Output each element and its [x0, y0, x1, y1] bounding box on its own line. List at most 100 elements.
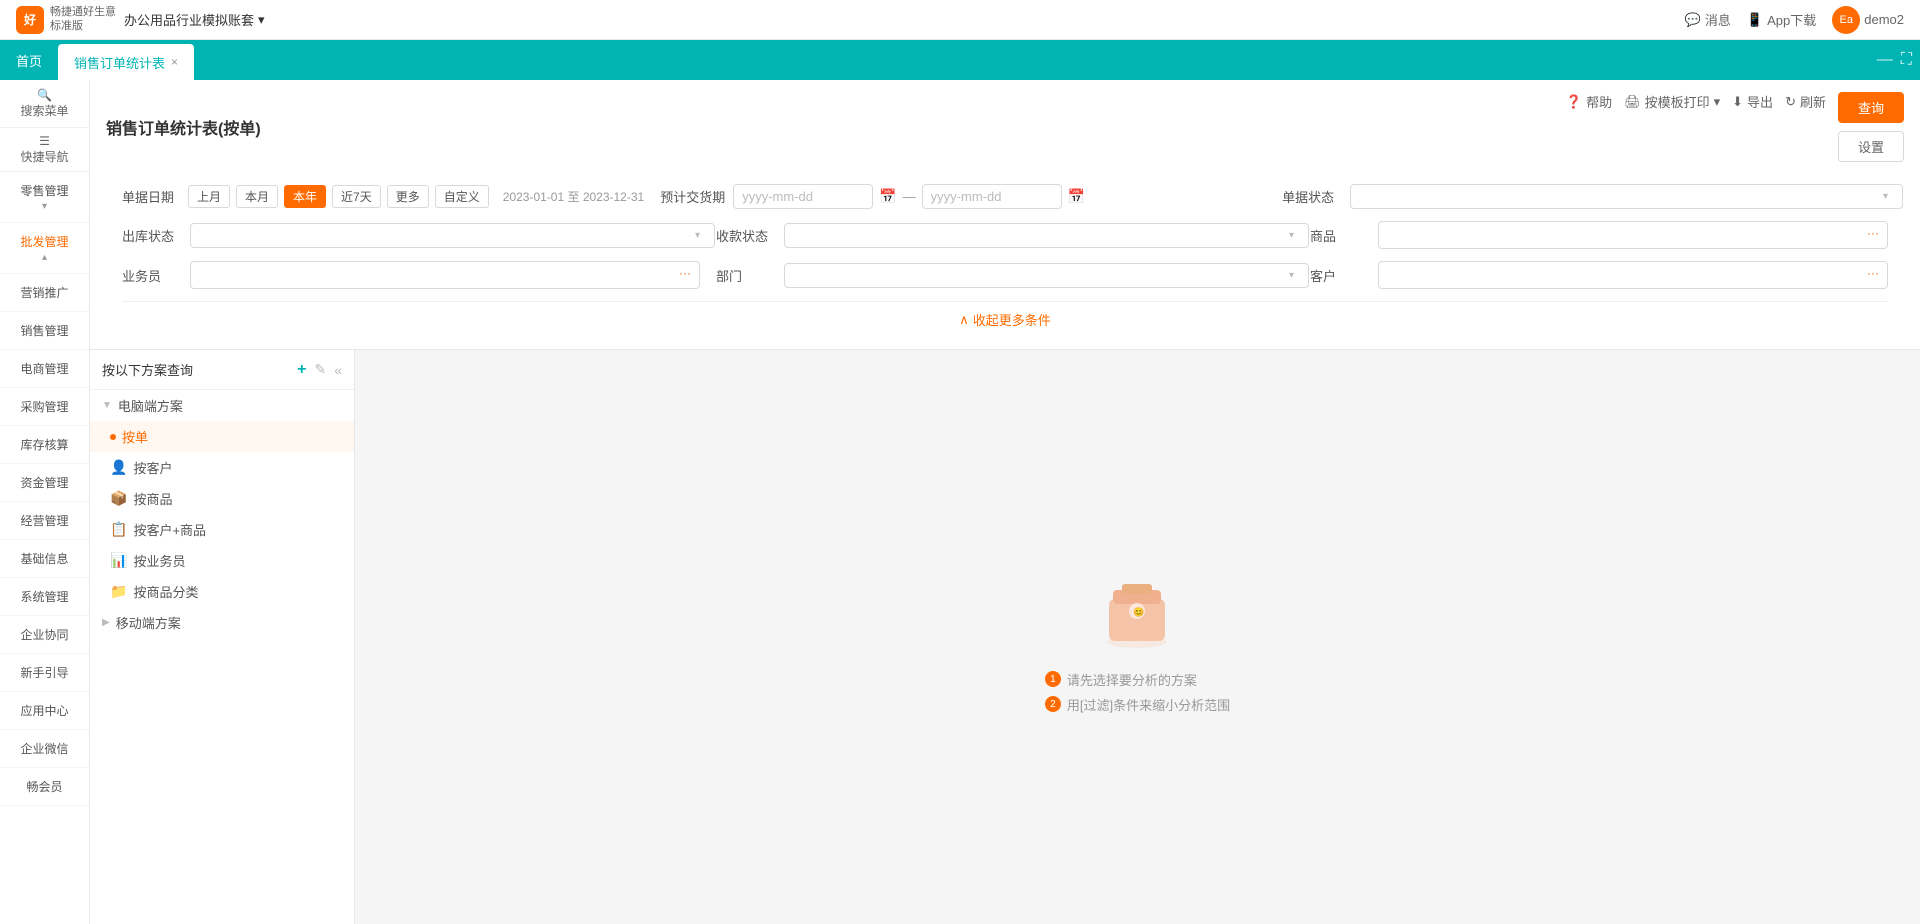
- sidebar-item-sales[interactable]: 销售管理: [0, 312, 89, 350]
- expected-date-to[interactable]: [922, 184, 1062, 209]
- filter-row-1: 单据日期 上月 本月 本年 近7天 更多 自定义 2023-01-01 至 20…: [122, 184, 1888, 209]
- date-filter-field: 单据日期 上月 本月 本年 近7天 更多 自定义 2023-01-01 至 20…: [122, 185, 644, 208]
- scheme-by-goods[interactable]: 📦 按商品: [90, 483, 354, 514]
- collect-status-select-wrap: ▾: [784, 223, 1294, 248]
- content-area: 销售订单统计表(按单) ❓ 帮助 🖨 按模板打印 ▾ ⬇: [90, 80, 1920, 924]
- print-button[interactable]: 🖨 按模板打印 ▾: [1624, 92, 1720, 111]
- page-title-row: 销售订单统计表(按单) ❓ 帮助 🖨 按模板打印 ▾ ⬇: [106, 92, 1904, 162]
- customer-input-area[interactable]: ···: [1378, 261, 1888, 289]
- chart-icon: 📊: [110, 552, 127, 569]
- sidebar-item-wholesale[interactable]: 批发管理 ▴: [0, 223, 89, 274]
- sidebar-quick-nav[interactable]: ☰ 快捷导航: [0, 128, 89, 172]
- maximize-icon[interactable]: ⛶: [1901, 51, 1912, 69]
- sidebar-item-guide[interactable]: 新手引导: [0, 654, 89, 692]
- calendar-from-icon[interactable]: 📅: [879, 188, 896, 205]
- sidebar-item-system[interactable]: 系统管理: [0, 578, 89, 616]
- empty-hint-1: 1 请先选择要分析的方案: [1045, 670, 1230, 689]
- query-button[interactable]: 查询: [1838, 92, 1904, 123]
- sidebar-item-operations[interactable]: 经营管理: [0, 502, 89, 540]
- edit-scheme-button[interactable]: ✎: [314, 361, 326, 378]
- sidebar-search[interactable]: 🔍 搜索菜单: [0, 80, 89, 128]
- tab-close-button[interactable]: ×: [171, 55, 178, 69]
- filter-row-3: 业务员 ··· 部门 ▾: [122, 261, 1888, 289]
- dept-field: 部门 ▾: [716, 263, 1294, 288]
- collapse-bar[interactable]: ∧ 收起更多条件: [122, 301, 1888, 337]
- goods-label: 商品: [1310, 226, 1370, 245]
- active-tab[interactable]: 销售订单统计表 ×: [58, 44, 194, 80]
- left-panel-title: 按以下方案查询: [102, 360, 193, 379]
- tab-bar-actions: — ⛶: [1877, 51, 1920, 69]
- status-select[interactable]: [1350, 184, 1903, 209]
- goods-input-area[interactable]: ···: [1378, 221, 1888, 249]
- settings-button[interactable]: 设置: [1838, 131, 1904, 162]
- mobile-group: ▶ 移动端方案: [90, 607, 354, 638]
- scheme-by-salesperson[interactable]: 📊 按业务员: [90, 545, 354, 576]
- sidebar-item-retail[interactable]: 零售管理 ▾: [0, 172, 89, 223]
- home-tab[interactable]: 首页: [0, 40, 58, 80]
- message-icon: 💬: [1685, 12, 1701, 28]
- salesperson-more-icon[interactable]: ···: [679, 266, 691, 284]
- last-month-btn[interactable]: 上月: [188, 185, 230, 208]
- sidebar-item-basic-info[interactable]: 基础信息: [0, 540, 89, 578]
- mobile-arrow-icon: ▶: [102, 617, 110, 628]
- sidebar-item-purchase[interactable]: 采购管理: [0, 388, 89, 426]
- scheme-by-category[interactable]: 📁 按商品分类: [90, 576, 354, 607]
- calendar-to-icon[interactable]: 📅: [1068, 188, 1085, 205]
- export-icon: ⬇: [1732, 94, 1743, 110]
- scheme-by-customer[interactable]: 👤 按客户: [90, 452, 354, 483]
- app-selector[interactable]: 办公用品行业模拟账套 ▾: [124, 10, 265, 29]
- refresh-button[interactable]: ↻ 刷新: [1785, 92, 1826, 111]
- page-header: 销售订单统计表(按单) ❓ 帮助 🖨 按模板打印 ▾ ⬇: [90, 80, 1920, 350]
- refresh-icon: ↻: [1785, 94, 1796, 110]
- help-icon: ❓: [1566, 94, 1582, 110]
- sidebar-item-enterprise[interactable]: 企业协同: [0, 616, 89, 654]
- sidebar-item-marketing[interactable]: 营销推广: [0, 274, 89, 312]
- expected-date-from[interactable]: [733, 184, 873, 209]
- logo-text: 畅捷通好生意 标准版: [50, 6, 116, 32]
- this-year-btn[interactable]: 本年: [284, 185, 326, 208]
- ship-status-select[interactable]: [190, 223, 715, 248]
- dept-label: 部门: [716, 266, 776, 285]
- customer-more-icon[interactable]: ···: [1867, 266, 1879, 284]
- sidebar-item-finance[interactable]: 资金管理: [0, 464, 89, 502]
- scheme-by-customer-goods[interactable]: 📋 按客户+商品: [90, 514, 354, 545]
- collect-status-select[interactable]: [784, 223, 1309, 248]
- expected-date-field: 预计交货期 📅 — 📅: [660, 184, 1266, 209]
- sidebar-item-apps[interactable]: 应用中心: [0, 692, 89, 730]
- minimize-icon[interactable]: —: [1877, 51, 1893, 69]
- app-download-button[interactable]: 📱 App下载: [1747, 10, 1816, 29]
- nav-icon: ☰: [39, 134, 50, 148]
- sidebar-item-inventory[interactable]: 库存核算: [0, 426, 89, 464]
- download-icon: 📱: [1747, 12, 1763, 28]
- custom-date-btn[interactable]: 自定义: [435, 185, 489, 208]
- content-main: 😊 1 请先选择要分析的方案 2 用[过滤]条件来缩小分析范围: [355, 350, 1920, 924]
- salesperson-label: 业务员: [122, 266, 182, 285]
- tab-bar: 首页 销售订单统计表 × — ⛶: [0, 40, 1920, 80]
- scheme-by-order[interactable]: 按单: [90, 421, 354, 452]
- dept-select-wrap: ▾: [784, 263, 1294, 288]
- more-date-btn[interactable]: 更多: [387, 185, 429, 208]
- goods-field: 商品 ···: [1310, 221, 1888, 249]
- page-title: 销售订单统计表(按单): [106, 115, 261, 139]
- expected-date-input-group: 📅 — 📅: [733, 184, 1266, 209]
- collapse-up-icon: ∧: [959, 312, 969, 328]
- add-scheme-button[interactable]: +: [297, 361, 306, 379]
- empty-hint-2: 2 用[过滤]条件来缩小分析范围: [1045, 695, 1230, 714]
- sidebar-item-wechat[interactable]: 企业微信: [0, 730, 89, 768]
- this-month-btn[interactable]: 本月: [236, 185, 278, 208]
- sidebar-item-ecommerce[interactable]: 电商管理: [0, 350, 89, 388]
- last-7days-btn[interactable]: 近7天: [332, 185, 381, 208]
- export-button[interactable]: ⬇ 导出: [1732, 92, 1773, 111]
- sidebar-item-member[interactable]: 畅会员: [0, 768, 89, 806]
- pc-group-header[interactable]: ▼ 电脑端方案: [90, 390, 354, 421]
- dept-select[interactable]: [784, 263, 1309, 288]
- help-button[interactable]: ❓ 帮助: [1566, 92, 1612, 111]
- date-quick-buttons: 上月 本月 本年 近7天 更多 自定义: [188, 185, 489, 208]
- user-menu[interactable]: Ea demo2: [1832, 6, 1904, 34]
- mobile-group-header[interactable]: ▶ 移动端方案: [90, 607, 354, 638]
- goods-more-icon[interactable]: ···: [1867, 226, 1879, 244]
- salesperson-input-area[interactable]: ···: [190, 261, 700, 289]
- collapse-panel-button[interactable]: «: [334, 362, 342, 378]
- filter-row-2: 出库状态 ▾ 收款状态: [122, 221, 1888, 249]
- message-button[interactable]: 💬 消息: [1685, 10, 1731, 29]
